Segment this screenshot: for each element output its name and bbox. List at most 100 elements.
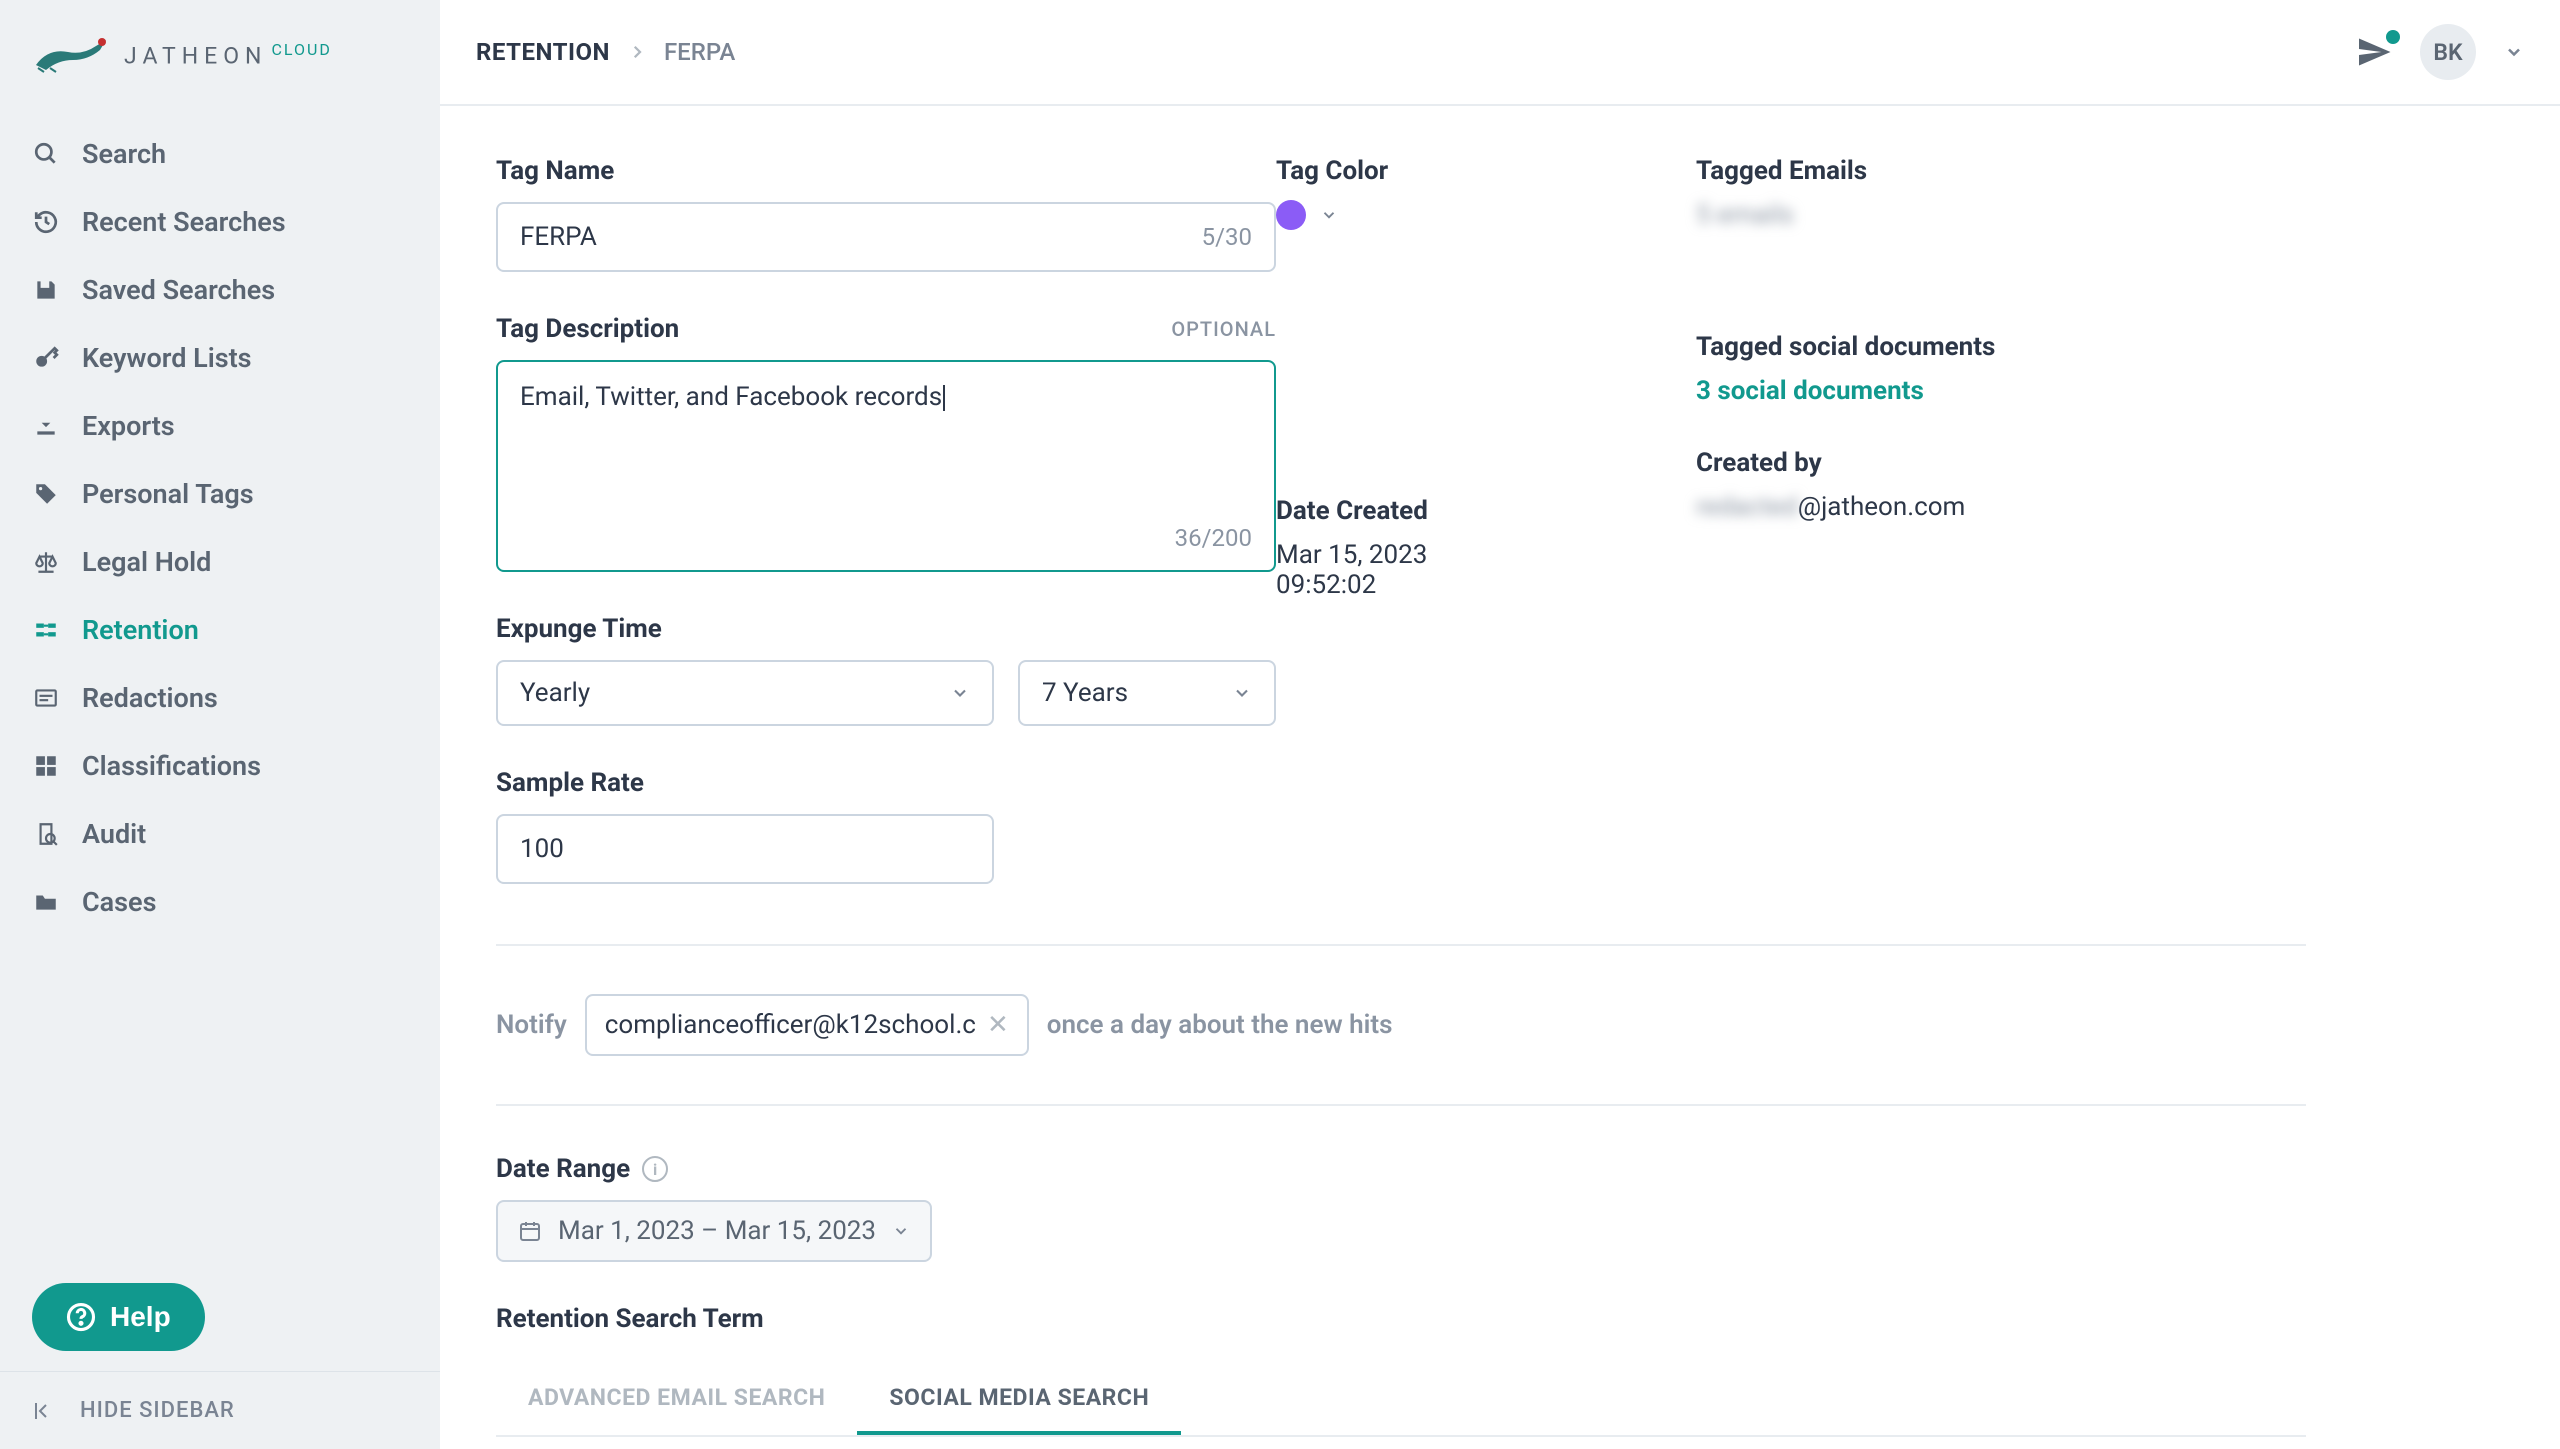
clear-icon[interactable]: ✕ — [987, 1010, 1009, 1040]
sidebar-item-saved-searches[interactable]: Saved Searches — [12, 256, 428, 324]
classification-icon — [32, 752, 60, 780]
info-icon[interactable]: i — [642, 1156, 668, 1182]
chevron-down-icon — [950, 683, 970, 703]
tag-icon — [32, 480, 60, 508]
folder-icon — [32, 888, 60, 916]
tagged-emails-label: Tagged Emails — [1696, 156, 2504, 186]
search-tabs: ADVANCED EMAIL SEARCH SOCIAL MEDIA SEARC… — [496, 1364, 2504, 1435]
notify-row: Notify complianceofficer@k12school.c ✕ o… — [496, 994, 2504, 1056]
expunge-duration-select[interactable]: 7 Years — [1018, 660, 1276, 726]
send-button[interactable] — [2356, 34, 2392, 70]
sample-rate-label: Sample Rate — [496, 768, 1276, 798]
tab-social-media[interactable]: SOCIAL MEDIA SEARCH — [857, 1364, 1181, 1435]
sidebar-item-label: Audit — [82, 818, 146, 850]
search-icon — [32, 140, 60, 168]
breadcrumb: RETENTION FERPA — [476, 38, 735, 66]
logo-text: JATHEONCLOUD — [124, 40, 332, 70]
sidebar-item-label: Saved Searches — [82, 274, 275, 306]
sidebar-item-label: Exports — [82, 410, 175, 442]
sidebar-item-label: Redactions — [82, 682, 218, 714]
expunge-label: Expunge Time — [496, 614, 1276, 644]
date-range-select[interactable]: Mar 1, 2023 – Mar 15, 2023 — [496, 1200, 932, 1262]
key-icon — [32, 344, 60, 372]
sidebar-item-label: Cases — [82, 886, 156, 918]
expunge-period-select[interactable]: Yearly — [496, 660, 994, 726]
color-swatch-icon — [1276, 200, 1306, 230]
content: Tag Name FERPA 5/30 Tag Description OPTI… — [440, 106, 2560, 1449]
sidebar-item-legal-hold[interactable]: Legal Hold — [12, 528, 428, 596]
sidebar-item-label: Recent Searches — [82, 206, 286, 238]
header: RETENTION FERPA BK — [440, 0, 2560, 106]
divider — [496, 944, 2306, 946]
nav: Search Recent Searches Saved Searches Ke… — [0, 120, 440, 1263]
tag-name-input[interactable]: FERPA 5/30 — [496, 202, 1276, 272]
sidebar-item-exports[interactable]: Exports — [12, 392, 428, 460]
divider — [496, 1435, 2306, 1437]
breadcrumb-sub: FERPA — [664, 38, 735, 66]
date-created-label: Date Created — [1276, 496, 1696, 526]
sidebar-item-cases[interactable]: Cases — [12, 868, 428, 936]
tagged-emails-value: 5 emails — [1696, 200, 2504, 230]
chevron-right-icon — [628, 43, 646, 61]
tag-desc-label: Tag Description OPTIONAL — [496, 314, 1276, 344]
tag-color-label: Tag Color — [1276, 156, 1696, 186]
sidebar-item-label: Legal Hold — [82, 546, 211, 578]
redaction-icon — [32, 684, 60, 712]
sidebar-item-audit[interactable]: Audit — [12, 800, 428, 868]
divider — [496, 1104, 2306, 1106]
search-term-label: Retention Search Term — [496, 1304, 2504, 1334]
audit-icon — [32, 820, 60, 848]
sidebar-item-label: Classifications — [82, 750, 261, 782]
scale-icon — [32, 548, 60, 576]
date-range-label: Date Range i — [496, 1154, 2504, 1184]
breadcrumb-main[interactable]: RETENTION — [476, 38, 610, 66]
tag-desc-counter: 36/200 — [1175, 524, 1252, 552]
date-created-value: Mar 15, 2023 — [1276, 540, 1696, 570]
sidebar-item-keyword-lists[interactable]: Keyword Lists — [12, 324, 428, 392]
sidebar-item-label: Personal Tags — [82, 478, 254, 510]
sidebar-item-personal-tags[interactable]: Personal Tags — [12, 460, 428, 528]
notify-suffix: once a day about the new hits — [1047, 1010, 1393, 1040]
sidebar-item-classifications[interactable]: Classifications — [12, 732, 428, 800]
calendar-icon — [518, 1219, 542, 1243]
main: RETENTION FERPA BK Tag Nam — [440, 0, 2560, 1449]
sidebar-item-search[interactable]: Search — [12, 120, 428, 188]
chevron-down-icon[interactable] — [2504, 42, 2524, 62]
tagged-social-link[interactable]: 3 social documents — [1696, 376, 2504, 406]
chevron-down-icon — [1232, 683, 1252, 703]
chevron-down-icon — [1320, 206, 1338, 224]
optional-badge: OPTIONAL — [1171, 317, 1276, 341]
created-by-label: Created by — [1696, 448, 2504, 478]
chevron-down-icon — [892, 1222, 910, 1240]
notification-dot-icon — [2386, 30, 2400, 44]
tagged-social-label: Tagged social documents — [1696, 332, 2504, 362]
notify-label: Notify — [496, 1010, 567, 1040]
tag-color-select[interactable] — [1276, 200, 1696, 230]
sidebar-item-label: Retention — [82, 614, 199, 646]
tag-name-counter: 5/30 — [1202, 223, 1252, 251]
help-icon — [66, 1302, 96, 1332]
date-created-time: 09:52:02 — [1276, 570, 1696, 600]
sidebar-item-recent-searches[interactable]: Recent Searches — [12, 188, 428, 256]
sidebar-item-label: Keyword Lists — [82, 342, 252, 374]
logo-mark-icon — [28, 30, 114, 80]
retention-icon — [32, 616, 60, 644]
created-by-value: redacted@jatheon.com — [1696, 492, 2504, 522]
sample-rate-input[interactable]: 100 — [496, 814, 994, 884]
tag-name-label: Tag Name — [496, 156, 1276, 186]
sidebar-item-redactions[interactable]: Redactions — [12, 664, 428, 732]
tag-desc-input[interactable]: Email, Twitter, and Facebook records 36/… — [496, 360, 1276, 572]
sidebar: JATHEONCLOUD Search Recent Searches Save… — [0, 0, 440, 1449]
collapse-icon — [32, 1399, 56, 1423]
save-icon — [32, 276, 60, 304]
help-button[interactable]: Help — [32, 1283, 205, 1351]
logo: JATHEONCLOUD — [0, 0, 440, 120]
history-icon — [32, 208, 60, 236]
user-avatar[interactable]: BK — [2420, 24, 2476, 80]
tab-advanced-email[interactable]: ADVANCED EMAIL SEARCH — [496, 1364, 857, 1435]
notify-email-input[interactable]: complianceofficer@k12school.c ✕ — [585, 994, 1029, 1056]
sidebar-item-retention[interactable]: Retention — [12, 596, 428, 664]
hide-sidebar-button[interactable]: HIDE SIDEBAR — [0, 1371, 440, 1449]
download-icon — [32, 412, 60, 440]
sidebar-item-label: Search — [82, 138, 166, 170]
